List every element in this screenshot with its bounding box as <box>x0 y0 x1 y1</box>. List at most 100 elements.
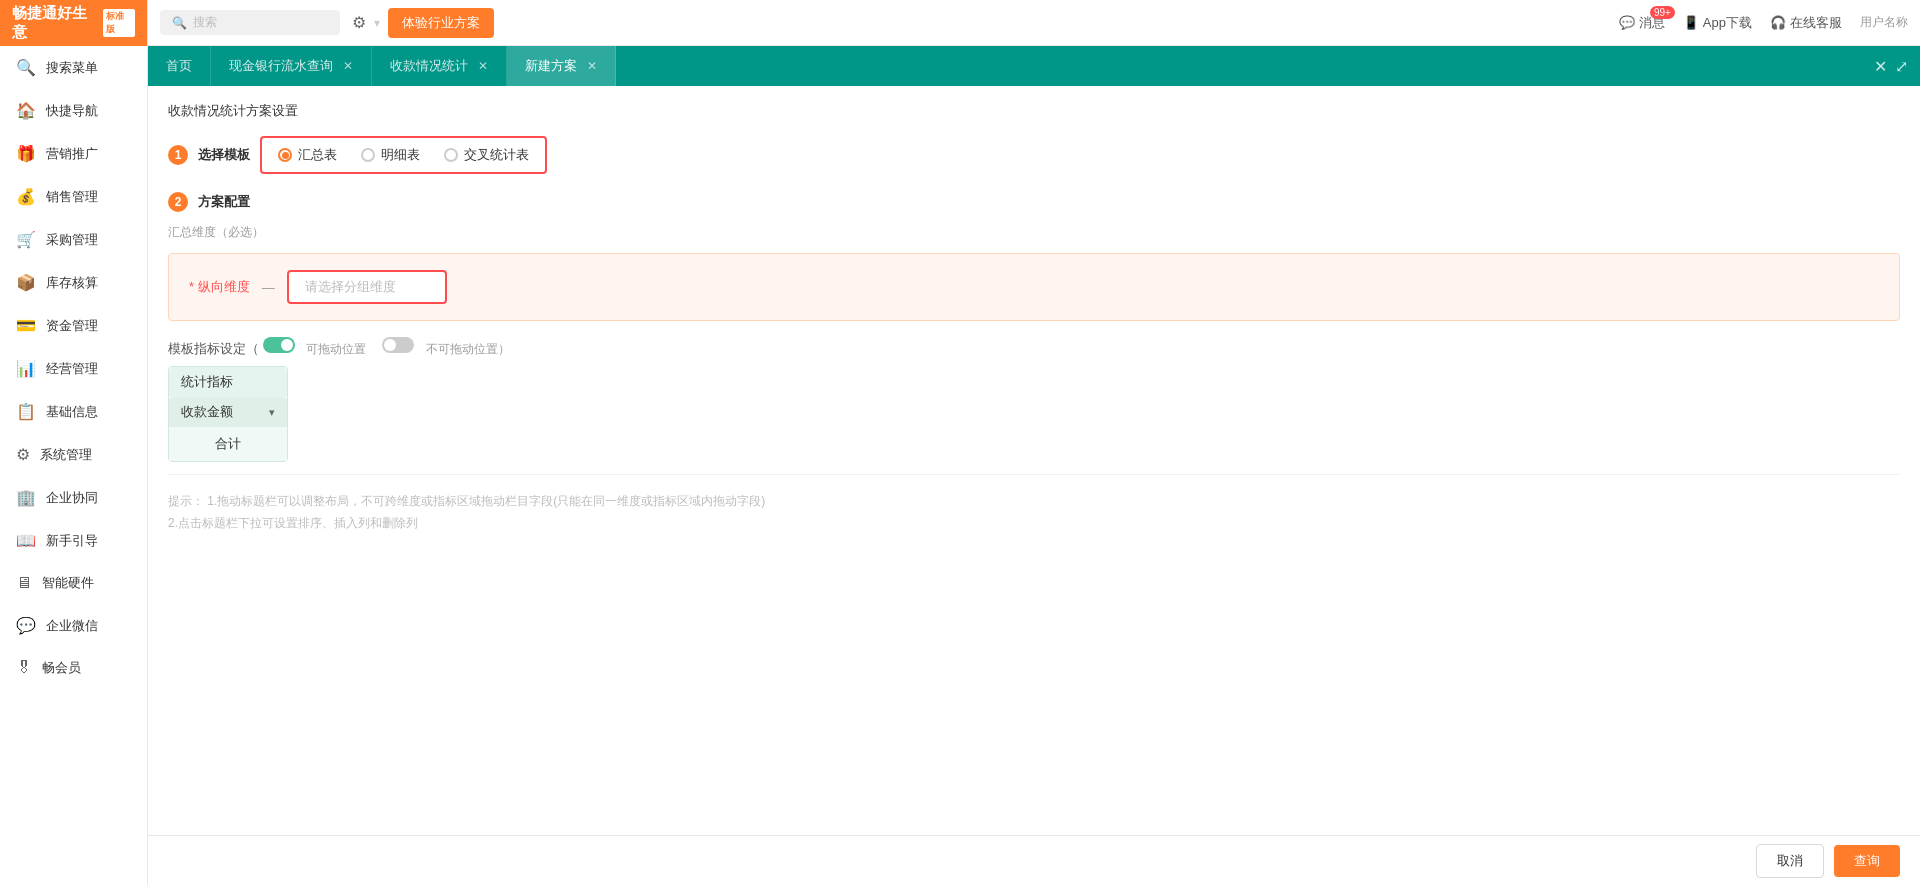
sales-icon: 💰 <box>16 187 36 206</box>
industry-btn[interactable]: 体验行业方案 <box>388 8 494 38</box>
sidebar-item-label: 基础信息 <box>46 403 98 421</box>
collection-amount-label: 收款金额 <box>181 403 233 421</box>
notification-badge: 99+ <box>1650 6 1675 19</box>
service-label: 在线客服 <box>1790 14 1842 32</box>
sidebar-item-label: 企业微信 <box>46 617 98 635</box>
sidebar-item-basic-info[interactable]: 📋 基础信息 <box>0 390 147 433</box>
basic-info-icon: 📋 <box>16 402 36 421</box>
download-icon: 📱 <box>1683 15 1699 30</box>
service-btn[interactable]: 🎧 在线客服 <box>1770 14 1842 32</box>
stat-table: 统计指标 收款金额 ▾ 合计 <box>168 366 288 462</box>
sidebar-item-marketing[interactable]: 🎁 营销推广 <box>0 132 147 175</box>
sidebar-item-system[interactable]: ⚙ 系统管理 <box>0 433 147 476</box>
stat-table-header: 统计指标 <box>169 367 287 397</box>
content-inner: 收款情况统计方案设置 1 选择模板 汇总表 明细表 <box>148 86 1920 835</box>
sidebar-item-finance[interactable]: 💳 资金管理 <box>0 304 147 347</box>
sidebar-item-label: 新手引导 <box>46 532 98 550</box>
step2-label: 方案配置 <box>198 193 250 211</box>
sidebar-item-member[interactable]: 🎖 畅会员 <box>0 647 147 689</box>
guide-icon: 📖 <box>16 531 36 550</box>
dimension-area: * 纵向维度 — 请选择分组维度 <box>168 253 1900 321</box>
page-title: 收款情况统计方案设置 <box>168 102 1900 120</box>
window-maximize-icon[interactable]: ⤢ <box>1895 57 1908 76</box>
vertical-dim-label: * 纵向维度 <box>189 278 250 296</box>
sidebar-item-enterprise[interactable]: 🏢 企业协同 <box>0 476 147 519</box>
chevron-down-icon[interactable]: ▾ <box>269 406 275 419</box>
sidebar-item-purchase[interactable]: 🛒 采购管理 <box>0 218 147 261</box>
query-button[interactable]: 查询 <box>1834 845 1900 877</box>
sidebar-item-sales[interactable]: 💰 销售管理 <box>0 175 147 218</box>
sidebar-item-guide[interactable]: 📖 新手引导 <box>0 519 147 562</box>
sidebar-item-quick-nav[interactable]: 🏠 快捷导航 <box>0 89 147 132</box>
download-label: App下载 <box>1703 14 1752 32</box>
tab-collection-stat-close[interactable]: ✕ <box>478 59 488 73</box>
sidebar-item-search-menu[interactable]: 🔍 搜索菜单 <box>0 46 147 89</box>
dropdown-icon[interactable]: ▾ <box>374 16 380 30</box>
sidebar-item-operations[interactable]: 📊 经营管理 <box>0 347 147 390</box>
topbar: 🔍 搜索 ⚙ ▾ 体验行业方案 💬 消息 99+ 📱 App下载 🎧 在线客服 … <box>148 0 1920 46</box>
search-menu-icon: 🔍 <box>16 58 36 77</box>
cancel-button[interactable]: 取消 <box>1756 844 1824 878</box>
sidebar-item-hardware[interactable]: 🖥 智能硬件 <box>0 562 147 604</box>
sidebar-item-wechat[interactable]: 💬 企业微信 <box>0 604 147 647</box>
sidebar-item-label: 资金管理 <box>46 317 98 335</box>
sidebar-item-label: 营销推广 <box>46 145 98 163</box>
collection-amount-row[interactable]: 收款金额 ▾ <box>169 397 287 427</box>
dimension-selector[interactable]: 请选择分组维度 <box>287 270 447 304</box>
download-btn[interactable]: 📱 App下载 <box>1683 14 1752 32</box>
sidebar-item-label: 系统管理 <box>40 446 92 464</box>
step1-number: 1 <box>168 145 188 165</box>
content-area: 收款情况统计方案设置 1 选择模板 汇总表 明细表 <box>148 86 1920 835</box>
sidebar-item-label: 经营管理 <box>46 360 98 378</box>
radio-cross-circle <box>444 148 458 162</box>
sidebar-item-label: 畅会员 <box>42 659 81 677</box>
unmovable-toggle[interactable] <box>382 337 414 353</box>
tab-collection-stat-label: 收款情况统计 <box>390 57 468 75</box>
operations-icon: 📊 <box>16 359 36 378</box>
settings-icon[interactable]: ⚙ <box>352 13 366 32</box>
step2-header: 2 方案配置 <box>168 192 1900 212</box>
tab-new-plan[interactable]: 新建方案 ✕ <box>507 46 616 86</box>
radio-summary[interactable]: 汇总表 <box>278 146 337 164</box>
tip-line2: 2.点击标题栏下拉可设置排序、插入列和删除列 <box>168 513 1900 535</box>
notification-btn[interactable]: 💬 消息 99+ <box>1619 14 1665 32</box>
logo-badge: 标准版 <box>103 9 135 37</box>
tab-bank-flow-close[interactable]: ✕ <box>343 59 353 73</box>
tab-home[interactable]: 首页 <box>148 46 211 86</box>
tips-section: 提示： 1.拖动标题栏可以调整布局，不可跨维度或指标区域拖动栏目字段(只能在同一… <box>168 491 1900 534</box>
radio-detail[interactable]: 明细表 <box>361 146 420 164</box>
template-options: 汇总表 明细表 交叉统计表 <box>260 136 547 174</box>
finance-icon: 💳 <box>16 316 36 335</box>
tab-bar: 首页 现金银行流水查询 ✕ 收款情况统计 ✕ 新建方案 ✕ ✕ ⤢ <box>148 46 1920 86</box>
step2-number: 2 <box>168 192 188 212</box>
movable-toggle[interactable] <box>263 337 295 353</box>
tab-home-label: 首页 <box>166 57 192 75</box>
stat-label: 统计指标 <box>181 373 233 391</box>
sidebar-item-label: 搜索菜单 <box>46 59 98 77</box>
search-icon: 🔍 <box>172 16 187 30</box>
sidebar-logo: 畅捷通好生意 标准版 <box>0 0 147 46</box>
radio-cross-label: 交叉统计表 <box>464 146 529 164</box>
window-close-icon[interactable]: ✕ <box>1874 57 1887 76</box>
sidebar-item-label: 销售管理 <box>46 188 98 206</box>
dimension-title: 汇总维度（必选） <box>168 224 1900 241</box>
radio-cross[interactable]: 交叉统计表 <box>444 146 529 164</box>
member-icon: 🎖 <box>16 659 32 677</box>
hardware-icon: 🖥 <box>16 574 32 592</box>
unmovable-label: 不可拖动位置） <box>426 342 510 356</box>
sidebar-item-inventory[interactable]: 📦 库存核算 <box>0 261 147 304</box>
radio-summary-circle <box>278 148 292 162</box>
topbar-right: 💬 消息 99+ 📱 App下载 🎧 在线客服 用户名称 <box>1619 14 1908 32</box>
tab-bank-flow[interactable]: 现金银行流水查询 ✕ <box>211 46 372 86</box>
tab-new-plan-close[interactable]: ✕ <box>587 59 597 73</box>
tab-new-plan-label: 新建方案 <box>525 57 577 75</box>
marketing-icon: 🎁 <box>16 144 36 163</box>
search-bar[interactable]: 🔍 搜索 <box>160 10 340 35</box>
search-placeholder: 搜索 <box>193 14 217 31</box>
enterprise-icon: 🏢 <box>16 488 36 507</box>
radio-detail-circle <box>361 148 375 162</box>
total-row: 合计 <box>169 427 287 461</box>
vertical-dimension-row: * 纵向维度 — 请选择分组维度 <box>189 270 1879 304</box>
tab-collection-stat[interactable]: 收款情况统计 ✕ <box>372 46 507 86</box>
logo-text: 畅捷通好生意 <box>12 4 97 42</box>
